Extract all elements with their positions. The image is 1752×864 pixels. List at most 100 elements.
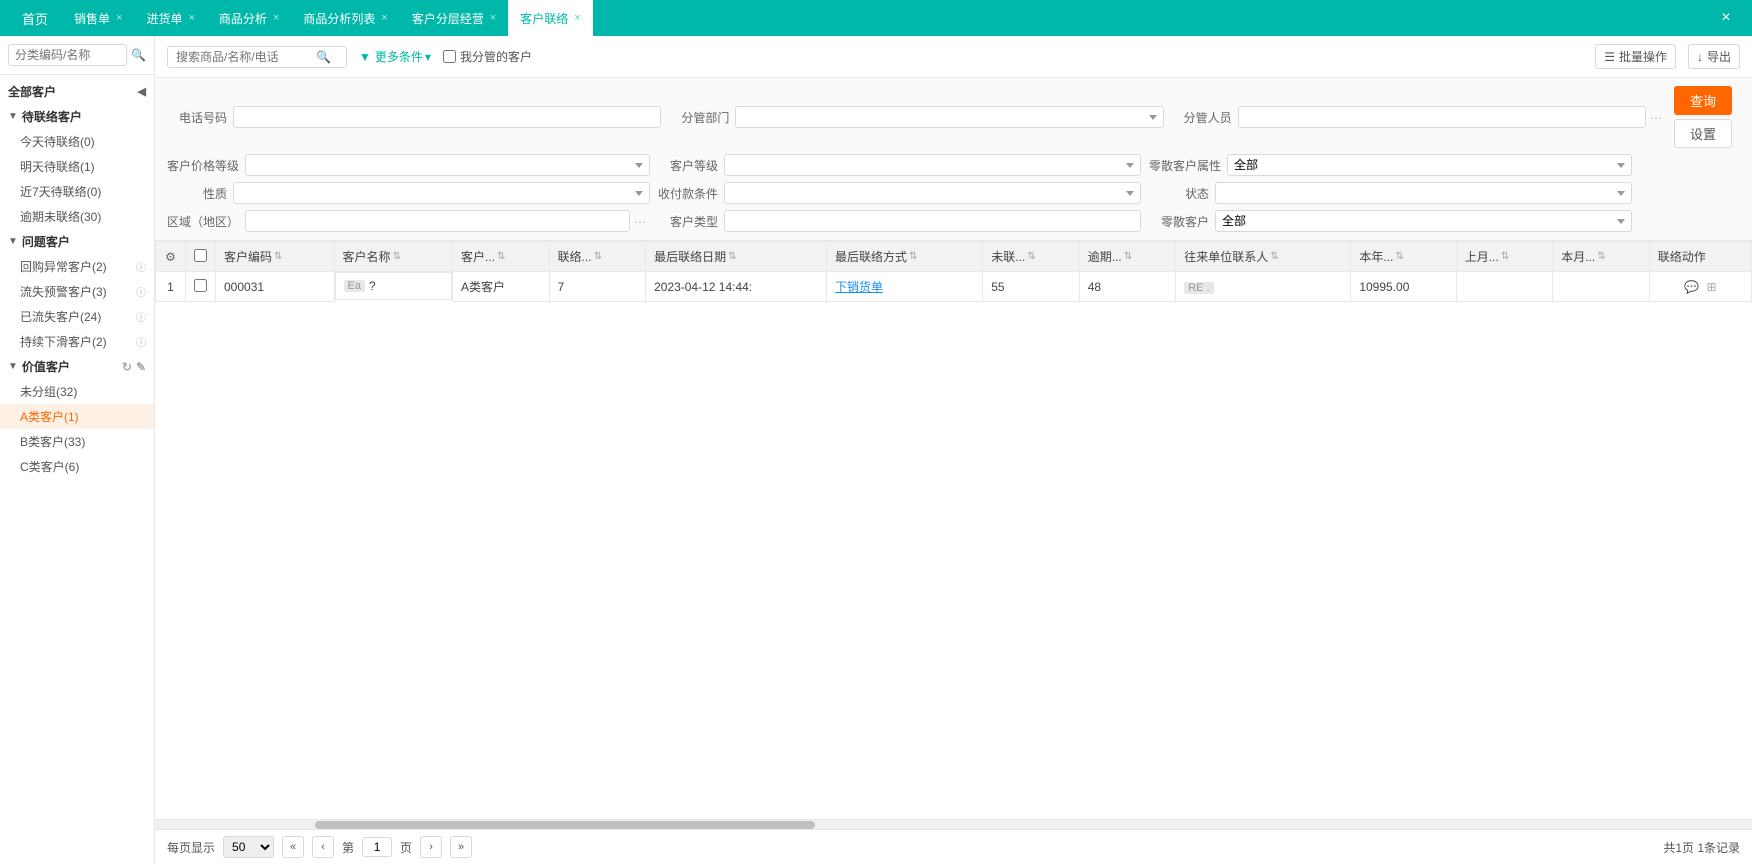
next-page-btn[interactable]: › [420,836,442,858]
status-select[interactable] [1215,182,1632,204]
phone-input[interactable] [233,106,661,128]
row-checkbox[interactable] [194,279,207,292]
edit-value-icon[interactable]: ✎ [136,360,146,374]
col-thismonth-header[interactable]: 本月... ⇅ [1553,242,1650,272]
last-method-link[interactable]: 下销货单 [835,280,883,294]
my-customers-checkbox[interactable]: 我分管的客户 [443,48,532,65]
more-filters-btn[interactable]: ▼ 更多条件 ▾ [359,48,431,65]
tab-product-analysis[interactable]: 商品分析 × [207,0,291,36]
close-analysis-tab[interactable]: × [273,12,279,24]
home-tab[interactable]: 首页 [8,0,62,36]
sort-icon-lastdate: ⇅ [728,251,736,262]
sidebar-collapse-btn[interactable]: ◀ [138,85,146,98]
sidebar-search-area: 🔍 [0,36,154,75]
close-tier-tab[interactable]: × [490,12,496,24]
bulk-ops-button[interactable]: ☰ 批量操作 [1595,44,1676,69]
nature-select[interactable] [233,182,650,204]
payment-select[interactable] [724,182,1141,204]
dept-select[interactable] [735,106,1163,128]
advanced-filter: 电话号码 分管部门 分管人员 ··· 查询 设置 [155,78,1752,241]
column-settings-icon[interactable]: ⚙ [165,250,176,264]
close-list-tab[interactable]: × [381,12,387,24]
sidebar-item-c-class[interactable]: C类客户(6) [0,454,154,479]
col-lastmethod-header[interactable]: 最后联络方式 ⇅ [826,242,982,272]
export-button[interactable]: ↓ 导出 [1688,44,1740,69]
group-problem-customers[interactable]: ▼ 问题客户 [0,229,154,254]
col-lastdate-header[interactable]: 最后联络日期 ⇅ [646,242,827,272]
sidebar-item-churned[interactable]: 已流失客户(24) ⓘ [0,304,154,329]
filter-search-input[interactable] [176,50,316,64]
action-icon-1[interactable]: 💬 [1684,280,1699,294]
retail-attr-select[interactable]: 全部 [1227,154,1632,176]
price-level-select[interactable] [245,154,650,176]
first-page-btn[interactable]: « [282,836,304,858]
sidebar-item-tomorrow[interactable]: 明天待联络(1) [0,154,154,179]
tab-customer-tier[interactable]: 客户分层经营 × [400,0,508,36]
col-contact-header[interactable]: 联络... ⇅ [549,242,646,272]
sidebar-item-b-class[interactable]: B类客户(33) [0,429,154,454]
page-size-select[interactable]: 50 100 200 [223,836,274,858]
adv-filter-row-3: 性质 收付款条件 状态 [167,182,1740,204]
tab-product-list[interactable]: 商品分析列表 × [291,0,399,36]
col-code-header[interactable]: 客户编码 ⇅ [216,242,335,272]
page-number-input[interactable] [362,837,392,857]
col-thisyear-header[interactable]: 本年... ⇅ [1351,242,1456,272]
horizontal-scrollbar[interactable] [155,819,1752,829]
region-dots[interactable]: ··· [630,214,650,228]
region-input[interactable] [245,210,630,232]
select-all-checkbox[interactable] [194,249,207,262]
tab-customer-contact[interactable]: 客户联络 × [508,0,592,36]
last-page-btn[interactable]: » [450,836,472,858]
prev-page-btn[interactable]: ‹ [312,836,334,858]
my-customers-check[interactable] [443,50,456,63]
dept-field: 分管部门 [669,106,1163,128]
manager-input[interactable] [1238,106,1646,128]
pending-arrow: ▼ [8,111,18,122]
action-icon-2[interactable]: ⊞ [1706,280,1716,294]
close-purchase-tab[interactable]: × [188,12,194,24]
col-overdue-header[interactable]: 逾期... ⇅ [1079,242,1176,272]
sidebar-search-input[interactable] [8,44,127,66]
sidebar-item-today[interactable]: 今天待联络(0) [0,129,154,154]
retail-attr-field: 零散客户属性 全部 [1149,154,1632,176]
filter-search-icon[interactable]: 🔍 [316,50,331,64]
close-sales-tab[interactable]: × [116,12,122,24]
tab-sales[interactable]: 销售单 × [62,0,134,36]
group-pending-contact[interactable]: ▼ 待联络客户 [0,104,154,129]
dept-label: 分管部门 [669,109,729,126]
col-unit-contact-header[interactable]: 往来单位联系人 ⇅ [1176,242,1351,272]
sidebar-search-icon[interactable]: 🔍 [131,48,146,62]
group-value-customers[interactable]: ▼ 价值客户 ↻ ✎ [0,354,154,379]
manager-dots[interactable]: ··· [1646,110,1666,124]
col-lastmonth-header[interactable]: 上月... ⇅ [1456,242,1553,272]
customer-level-select[interactable] [724,154,1141,176]
manager-label: 分管人员 [1172,109,1232,126]
sidebar-item-7days[interactable]: 近7天待联络(0) [0,179,154,204]
sort-icon-thisyear: ⇅ [1395,251,1403,262]
col-name-header[interactable]: 客户名称 ⇅ [334,242,453,272]
info-icon-3: ⓘ [136,334,146,349]
sidebar-item-overdue[interactable]: 逾期未联络(30) [0,204,154,229]
settings-button[interactable]: 设置 [1674,119,1732,148]
query-button[interactable]: 查询 [1674,86,1732,115]
refresh-icon[interactable]: ↻ [122,360,132,374]
close-contact-tab[interactable]: × [574,12,580,24]
table-footer: 每页显示 50 100 200 « ‹ 第 页 › » 共1页 1条记录 [155,829,1752,864]
col-type-header[interactable]: 客户... ⇅ [453,242,550,272]
tab-purchase[interactable]: 进货单 × [134,0,206,36]
sidebar-item-a-class[interactable]: A类客户(1) [0,404,154,429]
sort-icon-code: ⇅ [274,251,282,262]
retail-cust-select[interactable]: 全部 [1215,210,1632,232]
window-close-button[interactable]: × [1708,0,1744,36]
col-uncontacted-header[interactable]: 未联... ⇅ [983,242,1080,272]
sidebar-item-churn-warning[interactable]: 流失预警客户(3) ⓘ [0,279,154,304]
sidebar-item-declining[interactable]: 持续下滑客户(2) ⓘ [0,329,154,354]
sidebar-item-repurchase-abnormal[interactable]: 回购异常客户(2) ⓘ [0,254,154,279]
cust-type-input[interactable] [724,210,1141,232]
sidebar-item-ungrouped[interactable]: 未分组(32) [0,379,154,404]
cell-code: 000031 [216,272,335,302]
scrollbar-thumb[interactable] [315,821,815,829]
cell-uncontacted: 55 [983,272,1080,302]
table-container: ⚙ 客户编码 ⇅ 客户名称 [155,241,1752,819]
col-settings[interactable]: ⚙ [156,242,186,272]
